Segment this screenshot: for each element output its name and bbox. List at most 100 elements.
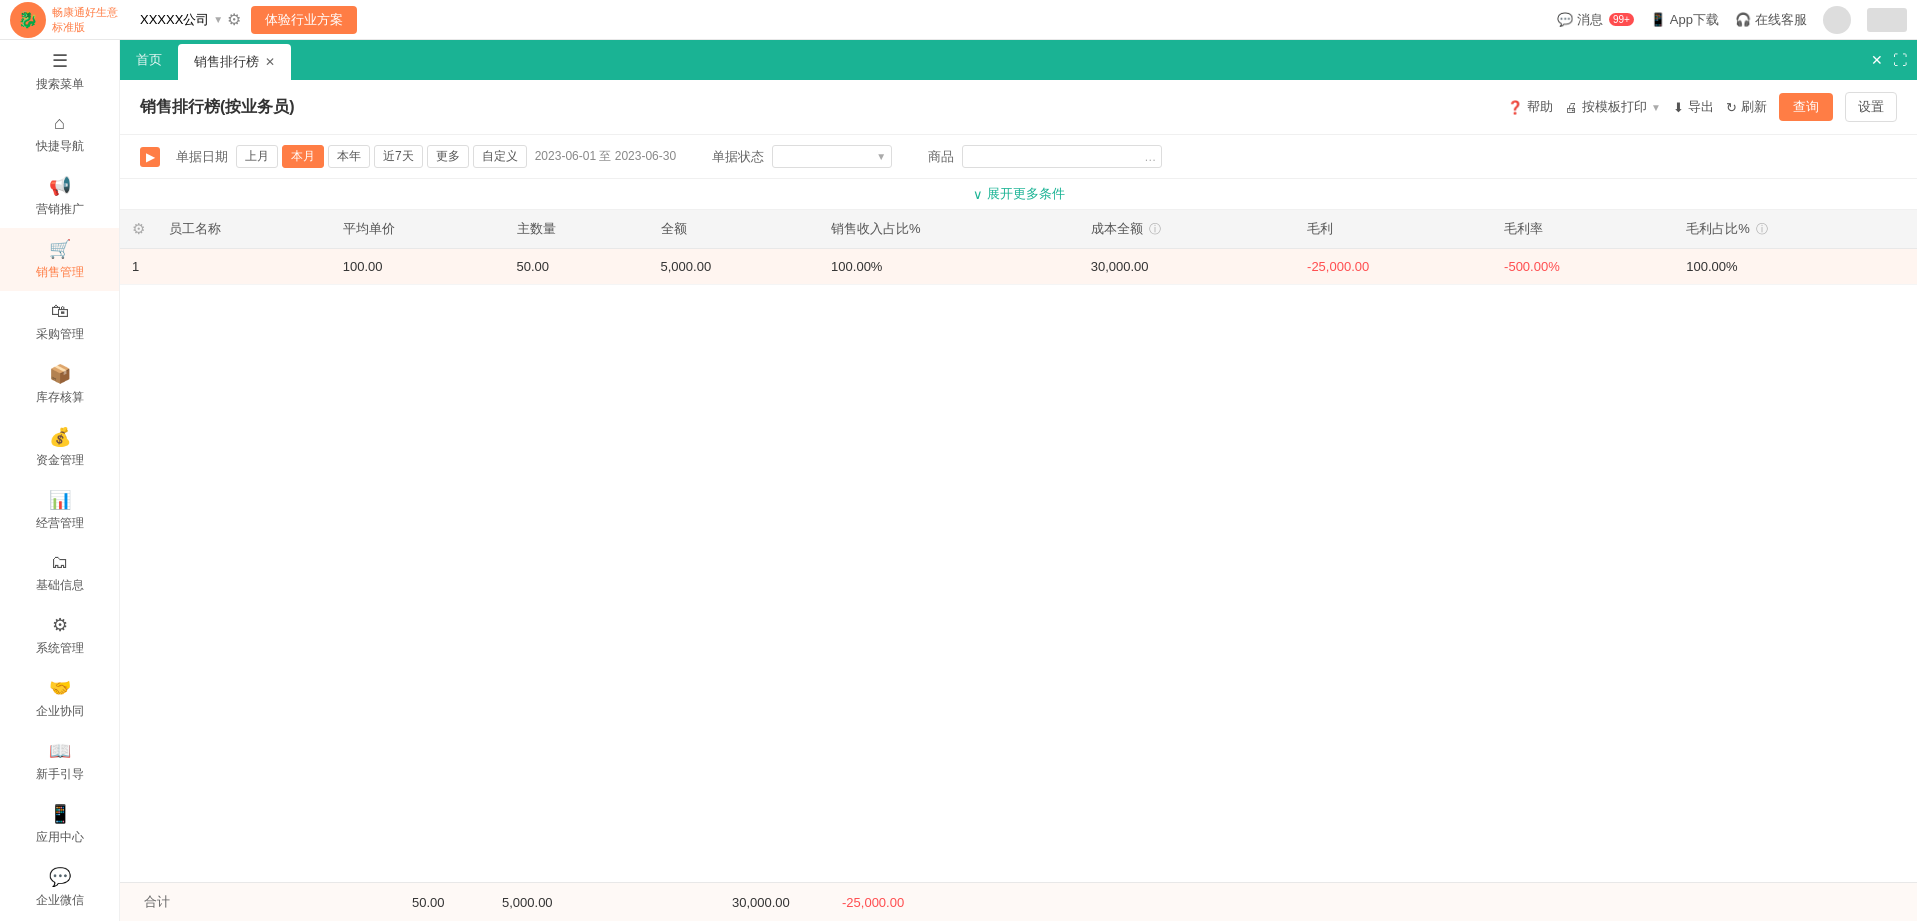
sidebar-item-purchase[interactable]: 🛍 采购管理 (0, 291, 119, 353)
sidebar-item-label: 系统管理 (36, 640, 84, 657)
expand-arrow[interactable]: ▶ (140, 147, 160, 167)
sidebar-item-system[interactable]: ⚙ 系统管理 (0, 604, 119, 667)
gross-pct-info-icon[interactable]: ⓘ (1756, 222, 1768, 236)
th-settings: ⚙ (120, 210, 157, 249)
help-button[interactable]: ❓ 帮助 (1507, 98, 1553, 116)
topbar: 🐉 畅康通好生意 标准版 XXXXX公司 ▼ ⚙ 体验行业方案 💬 消息 99+… (0, 0, 1917, 40)
tab-expand-icon[interactable]: ⛶ (1893, 52, 1907, 68)
goods-filter-group: 商品 … (928, 145, 1162, 168)
tab-sales-ranking[interactable]: 销售排行榜 ✕ (178, 44, 291, 80)
sidebar-item-operation[interactable]: 📊 经营管理 (0, 479, 119, 542)
status-filter-label: 单据状态 (712, 148, 764, 166)
page-header: 销售排行榜(按业务员) ❓ 帮助 🖨 按模板打印 ▼ ⬇ 导出 (120, 80, 1917, 135)
sidebar-item-sales[interactable]: 🛒 销售管理 (0, 228, 119, 291)
tab-close-icon[interactable]: ✕ (265, 55, 275, 69)
industry-button[interactable]: 体验行业方案 (251, 6, 357, 34)
sales-icon: 🛒 (49, 238, 71, 260)
sidebar: ☰ 搜索菜单 ⌂ 快捷导航 📢 营销推广 🛒 销售管理 🛍 采购管理 📦 库存核… (0, 40, 120, 921)
sidebar-item-marketing[interactable]: 📢 营销推广 (0, 165, 119, 228)
settings-icon[interactable]: ⚙ (227, 10, 241, 29)
avatar[interactable] (1823, 6, 1851, 34)
sidebar-item-inventory[interactable]: 📦 库存核算 (0, 353, 119, 416)
quick-nav-icon: ⌂ (54, 113, 65, 134)
tab-close-all-icon[interactable]: ✕ (1871, 52, 1883, 68)
date-filter-group: 单据日期 上月 本月 本年 近7天 更多 自定义 2023-06-01 至 20… (176, 145, 676, 168)
status-select[interactable] (772, 145, 892, 168)
footer-amount: 5,000.00 (502, 895, 612, 910)
date-filter-label: 单据日期 (176, 148, 228, 166)
date-buttons: 上月 本月 本年 近7天 更多 自定义 (236, 145, 527, 168)
search-order-icon: ☰ (52, 50, 68, 72)
cell-amount: 5,000.00 (649, 249, 820, 285)
company-selector[interactable]: XXXXX公司 ▼ (140, 11, 223, 29)
sidebar-item-app-center[interactable]: 📱 应用中心 (0, 793, 119, 856)
app-icon: 📱 (1650, 12, 1666, 27)
cell-employee (157, 249, 331, 285)
tabbar: 首页 销售排行榜 ✕ ✕ ⛶ (120, 40, 1917, 80)
export-button[interactable]: ⬇ 导出 (1673, 98, 1714, 116)
print-icon: 🖨 (1565, 100, 1578, 115)
sidebar-item-capital[interactable]: 💰 资金管理 (0, 416, 119, 479)
sidebar-item-beginner-guide[interactable]: 📖 新手引导 (0, 730, 119, 793)
table-row: 1 100.00 50.00 5,000.00 100.00% 30,000.0… (120, 249, 1917, 285)
sidebar-item-label: 资金管理 (36, 452, 84, 469)
purchase-icon: 🛍 (51, 301, 69, 322)
sidebar-item-basic-info[interactable]: 🗂 基础信息 (0, 542, 119, 604)
cell-sales-pct: 100.00% (819, 249, 1079, 285)
chevron-down-icon: ∨ (973, 187, 983, 202)
cost-info-icon[interactable]: ⓘ (1149, 222, 1161, 236)
content-area: 首页 销售排行榜 ✕ ✕ ⛶ 销售排行榜(按业务员) ❓ 帮助 (120, 40, 1917, 921)
query-button[interactable]: 查询 (1779, 93, 1833, 121)
app-download-button[interactable]: 📱 App下载 (1650, 11, 1719, 29)
enterprise-wechat-icon: 💬 (49, 866, 71, 888)
date-btn-more[interactable]: 更多 (427, 145, 469, 168)
system-icon: ⚙ (52, 614, 68, 636)
capital-icon: 💰 (49, 426, 71, 448)
logo: 🐉 畅康通好生意 标准版 (10, 2, 130, 38)
refresh-button[interactable]: ↻ 刷新 (1726, 98, 1767, 116)
company-name: XXXXX公司 (140, 11, 209, 29)
table-header-row: ⚙ 员工名称 平均单价 主数量 全额 销售收入占比% 成本全额 ⓘ 毛利 (120, 210, 1917, 249)
expand-more-button[interactable]: ∨ 展开更多条件 (120, 179, 1917, 209)
sidebar-item-enterprise-coop[interactable]: 🤝 企业协同 (0, 667, 119, 730)
sidebar-item-label: 基础信息 (36, 577, 84, 594)
sidebar-item-label: 销售管理 (36, 264, 84, 281)
online-service-button[interactable]: 🎧 在线客服 (1735, 11, 1807, 29)
sidebar-item-quick-nav[interactable]: ⌂ 快捷导航 (0, 103, 119, 165)
export-icon: ⬇ (1673, 100, 1684, 115)
tabbar-right: ✕ ⛶ (1871, 52, 1917, 68)
sidebar-item-label: 搜索菜单 (36, 76, 84, 93)
message-button[interactable]: 💬 消息 99+ (1557, 11, 1634, 29)
cell-gross-rate: -500.00% (1492, 249, 1674, 285)
date-btn-custom[interactable]: 自定义 (473, 145, 527, 168)
home-tab-label: 首页 (136, 51, 162, 69)
sidebar-item-search-order[interactable]: ☰ 搜索菜单 (0, 40, 119, 103)
date-btn-7days[interactable]: 近7天 (374, 145, 423, 168)
print-dropdown-icon: ▼ (1651, 102, 1661, 113)
date-btn-this-year[interactable]: 本年 (328, 145, 370, 168)
th-employee: 员工名称 (157, 210, 331, 249)
settings-button[interactable]: 设置 (1845, 92, 1897, 122)
logo-text: 畅康通好生意 标准版 (52, 5, 118, 34)
expand-more-bar: ∨ 展开更多条件 (120, 179, 1917, 210)
topbar-right: 💬 消息 99+ 📱 App下载 🎧 在线客服 (1557, 6, 1907, 34)
sidebar-item-enterprise-wechat[interactable]: 💬 企业微信 (0, 856, 119, 919)
main-layout: ☰ 搜索菜单 ⌂ 快捷导航 📢 营销推广 🛒 销售管理 🛍 采购管理 📦 库存核… (0, 40, 1917, 921)
column-settings-icon[interactable]: ⚙ (132, 220, 145, 237)
online-service-label: 在线客服 (1755, 11, 1807, 29)
data-table: ⚙ 员工名称 平均单价 主数量 全额 销售收入占比% 成本全额 ⓘ 毛利 (120, 210, 1917, 285)
date-btn-last-month[interactable]: 上月 (236, 145, 278, 168)
chevron-down-icon: ▼ (213, 14, 223, 25)
table-footer: 合计 50.00 5,000.00 30,000.00 -25,000.00 (120, 882, 1917, 921)
expand-icon: ▶ (140, 147, 160, 167)
beginner-guide-icon: 📖 (49, 740, 71, 762)
footer-label: 合计 (132, 893, 312, 911)
tab-home[interactable]: 首页 (120, 40, 178, 80)
goods-input[interactable] (962, 145, 1162, 168)
template-print-button[interactable]: 🖨 按模板打印 ▼ (1565, 98, 1661, 116)
date-btn-this-month[interactable]: 本月 (282, 145, 324, 168)
message-icon: 💬 (1557, 12, 1573, 27)
message-label: 消息 (1577, 11, 1603, 29)
refresh-icon: ↻ (1726, 100, 1737, 115)
filter-bar: ▶ 单据日期 上月 本月 本年 近7天 更多 自定义 2023-06-01 至 … (120, 135, 1917, 179)
